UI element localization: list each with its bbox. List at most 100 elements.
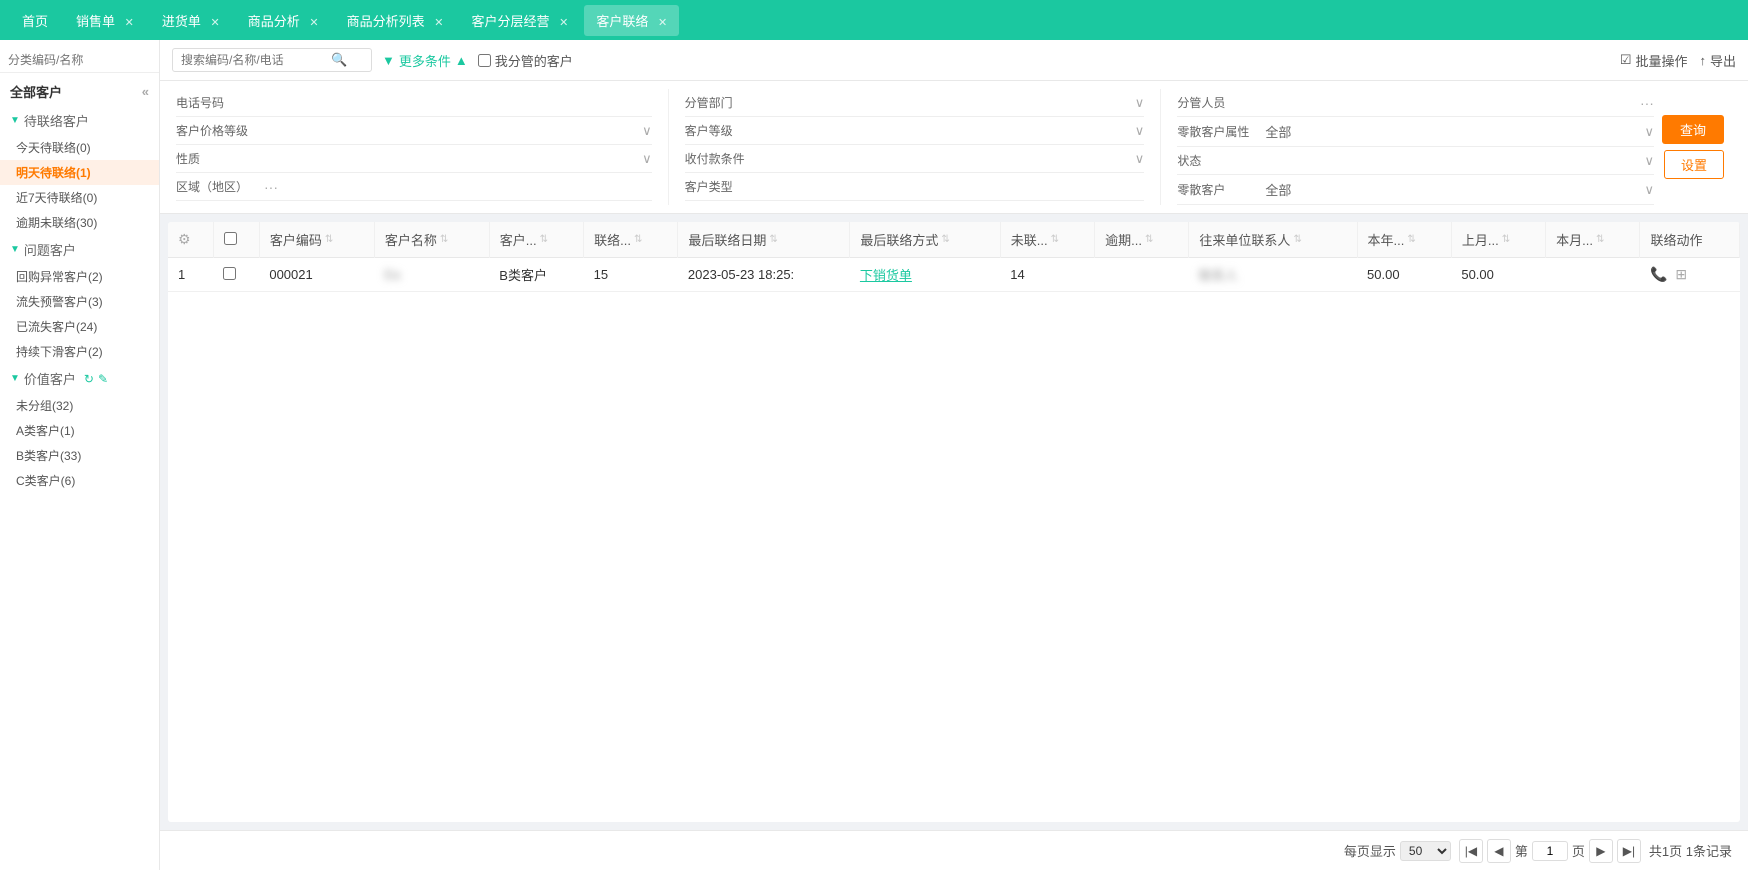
- close-icon[interactable]: ✕: [658, 17, 667, 29]
- search-input[interactable]: [181, 53, 331, 67]
- collapse-icon[interactable]: «: [142, 84, 149, 99]
- last-page-btn[interactable]: ▶|: [1617, 839, 1641, 863]
- cell-checkbox: [213, 258, 259, 292]
- prev-page-btn[interactable]: ◀: [1487, 839, 1511, 863]
- filter-retail-attr-select[interactable]: 全部 ∨: [1265, 122, 1654, 141]
- refresh-icon[interactable]: ↻: [84, 372, 94, 386]
- cell-name: Ea: [374, 258, 489, 292]
- col-this-year: 本年... ⇅: [1357, 222, 1451, 258]
- gear-icon[interactable]: ⚙: [178, 231, 191, 247]
- close-icon[interactable]: ✕: [125, 17, 134, 29]
- sidebar-search-input[interactable]: [8, 53, 160, 67]
- col-overdue: 逾期... ⇅: [1095, 222, 1189, 258]
- col-contact-person: 往来单位联系人 ⇅: [1189, 222, 1357, 258]
- chevron-up-icon: ▲: [455, 53, 468, 68]
- col-customer-type: 客户... ⇅: [489, 222, 583, 258]
- close-icon[interactable]: ✕: [309, 17, 318, 29]
- next-page-btn[interactable]: ▶: [1589, 839, 1613, 863]
- batch-operation-btn[interactable]: ☑ 批量操作: [1620, 51, 1688, 70]
- filter-payment-select[interactable]: ∨: [773, 151, 1145, 167]
- filter-row-customer-level: 客户等级 ∨: [685, 117, 1145, 145]
- sidebar-all-customers[interactable]: 全部客户 «: [0, 77, 159, 106]
- filter-row-status: 状态 ∨: [1177, 147, 1654, 175]
- sidebar-item-7day-contact[interactable]: 近7天待联络(0): [0, 185, 159, 210]
- filter-dept-select[interactable]: ∨: [773, 95, 1145, 111]
- edit-icon[interactable]: ✎: [98, 372, 108, 386]
- sidebar-item-class-a[interactable]: A类客户(1): [0, 418, 159, 443]
- nav-customer-contact[interactable]: 客户联络 ✕: [584, 5, 679, 36]
- nav-product-analysis-list[interactable]: 商品分析列表 ✕: [335, 5, 456, 36]
- chevron-down-icon: ▼: [10, 244, 20, 255]
- cell-last-contact-method: 下销货单: [850, 258, 1000, 292]
- close-icon[interactable]: ✕: [559, 17, 568, 29]
- chevron-down-icon: ∨: [1135, 151, 1145, 167]
- phone-action-icon[interactable]: 📞: [1650, 266, 1667, 283]
- row-checkbox[interactable]: [223, 267, 236, 280]
- grid-action-icon[interactable]: ⊞: [1675, 266, 1687, 283]
- filter-retail-customer-select[interactable]: 全部 ∨: [1265, 180, 1654, 199]
- chevron-down-icon: ∨: [1644, 124, 1654, 140]
- more-dots-icon[interactable]: ···: [1640, 95, 1654, 111]
- nav-customer-stratification[interactable]: 客户分层经营 ✕: [459, 5, 580, 36]
- sidebar-group-problem-customers: ▼ 问题客户: [0, 235, 159, 264]
- chevron-down-icon: ∨: [1644, 182, 1654, 198]
- filter-more-btn[interactable]: ▼ 更多条件 ▲: [382, 51, 468, 70]
- filter-status-select[interactable]: ∨: [1265, 153, 1654, 169]
- chevron-down-icon: ∨: [642, 151, 652, 167]
- nav-sales-order[interactable]: 销售单 ✕: [64, 5, 146, 36]
- search-bar: 🔍 ▼ 更多条件 ▲ 我分管的客户 ☑ 批量操作 ↑ 导出: [160, 40, 1748, 81]
- search-input-wrap: 🔍: [172, 48, 372, 72]
- sidebar-item-unclassified[interactable]: 未分组(32): [0, 393, 159, 418]
- search-icon[interactable]: 🔍: [331, 52, 347, 68]
- cell-contact-person: 联系人: [1189, 258, 1357, 292]
- page-number-input[interactable]: [1532, 841, 1568, 861]
- sidebar-item-tomorrow-contact[interactable]: 明天待联络(1): [0, 160, 159, 185]
- right-actions: ☑ 批量操作 ↑ 导出: [1620, 51, 1736, 70]
- sort-icon: ⇅: [1145, 234, 1153, 245]
- export-btn[interactable]: ↑ 导出: [1699, 51, 1736, 70]
- last-contact-method-link[interactable]: 下销货单: [860, 268, 912, 283]
- cell-last-month: 50.00: [1451, 258, 1545, 292]
- filter-row-payment: 收付款条件 ∨: [685, 145, 1145, 173]
- col-customer-name: 客户名称 ⇅: [374, 222, 489, 258]
- chevron-down-icon: ▼: [10, 115, 20, 126]
- nav-product-analysis[interactable]: 商品分析 ✕: [236, 5, 331, 36]
- settings-button[interactable]: 设置: [1664, 150, 1724, 179]
- filter-row-region: 区域（地区） ···: [176, 173, 652, 201]
- cell-index: 1: [168, 258, 213, 292]
- filter-actions: 查询 设置: [1654, 89, 1732, 205]
- close-icon[interactable]: ✕: [434, 17, 443, 29]
- filter-row-value-level: 客户价格等级 ∨: [176, 117, 652, 145]
- filter-value-level-select[interactable]: ∨: [264, 123, 652, 139]
- sidebar-item-repurchase-abnormal[interactable]: 回购异常客户(2): [0, 264, 159, 289]
- sidebar-item-overdue-contact[interactable]: 逾期未联络(30): [0, 210, 159, 235]
- select-all-checkbox[interactable]: [224, 232, 237, 245]
- sidebar-item-declining[interactable]: 持续下滑客户(2): [0, 339, 159, 364]
- filter-customer-level-select[interactable]: ∨: [773, 123, 1145, 139]
- filter-gender-select[interactable]: ∨: [264, 151, 652, 167]
- export-icon: ↑: [1699, 53, 1706, 68]
- sidebar-item-churn-warning[interactable]: 流失预警客户(3): [0, 289, 159, 314]
- sort-icon: ⇅: [1051, 234, 1059, 245]
- sort-icon: ⇅: [1293, 234, 1301, 245]
- page-size-select[interactable]: 50 100 200: [1400, 841, 1451, 861]
- cell-this-year: 50.00: [1357, 258, 1451, 292]
- table-row: 1 000021 Ea B类客户 15 2023-05-23 18:25: 下销…: [168, 258, 1740, 292]
- nav-home[interactable]: 首页: [10, 5, 60, 36]
- first-page-btn[interactable]: |◀: [1459, 839, 1483, 863]
- my-customers-checkbox[interactable]: [478, 54, 491, 67]
- customer-table: ⚙ 客户编码 ⇅ 客户名称: [168, 222, 1740, 292]
- sidebar-item-churned[interactable]: 已流失客户(24): [0, 314, 159, 339]
- filter-row-gender: 性质 ∨: [176, 145, 652, 173]
- cell-this-month: [1546, 258, 1640, 292]
- nav-purchase-order[interactable]: 进货单 ✕: [150, 5, 232, 36]
- filter-row-phone: 电话号码: [176, 89, 652, 117]
- sidebar-item-today-contact[interactable]: 今天待联络(0): [0, 135, 159, 160]
- more-dots-icon[interactable]: ···: [264, 179, 278, 195]
- query-button[interactable]: 查询: [1662, 115, 1724, 144]
- filter-phone-input[interactable]: [264, 96, 652, 110]
- sidebar-item-class-c[interactable]: C类客户(6): [0, 468, 159, 493]
- filter-row-retail-customer: 零散客户 全部 ∨: [1177, 175, 1654, 205]
- close-icon[interactable]: ✕: [211, 17, 220, 29]
- sidebar-item-class-b[interactable]: B类客户(33): [0, 443, 159, 468]
